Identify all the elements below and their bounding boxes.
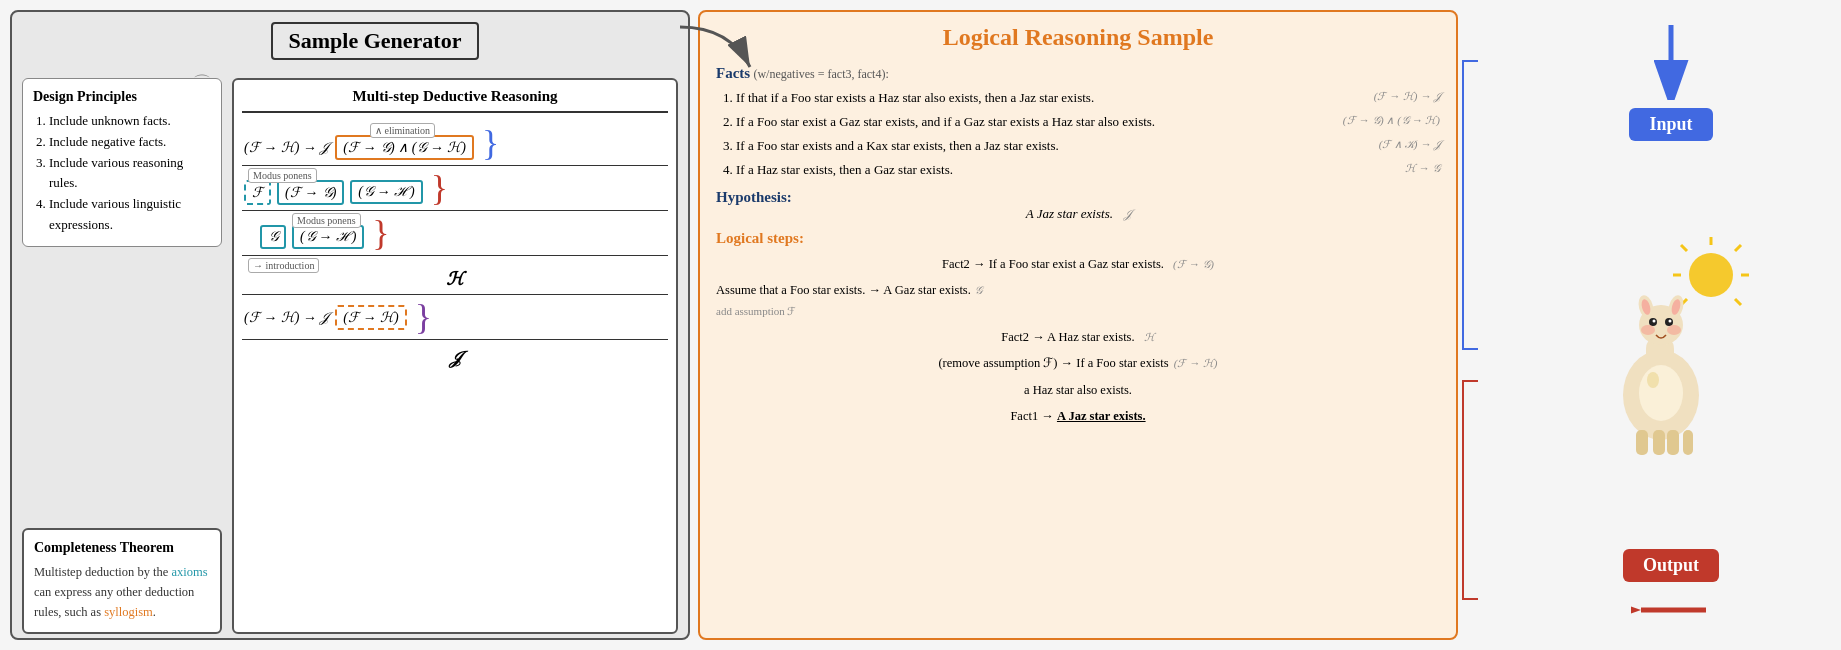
negatives-note: (w/negatives = fact3, fact4): bbox=[753, 67, 888, 81]
hypothesis-label: Hypothesis: bbox=[716, 189, 1440, 206]
svg-line-7 bbox=[1735, 299, 1741, 305]
rightmost-panel: Input bbox=[1496, 10, 1841, 640]
bracket-purple-1: } bbox=[415, 299, 432, 335]
output-badge: Output bbox=[1623, 549, 1719, 582]
step-4: (remove assumption ℱ) → If a Foo star ex… bbox=[716, 352, 1440, 375]
annotation-arrow-intro: → introduction bbox=[248, 258, 319, 273]
formula-f-dashed: ℱ bbox=[244, 180, 271, 205]
step-1: Fact2 → If a Foo star exist a Gaz star e… bbox=[716, 253, 1440, 276]
logical-steps-section: Logical steps: Fact2 → If a Foo star exi… bbox=[716, 230, 1440, 428]
design-principles-box: ⌒ Design Principles Include unknown fact… bbox=[22, 78, 222, 247]
facts-section: Facts (w/negatives = fact3, fact4): If t… bbox=[716, 61, 1440, 181]
panel-arrow bbox=[670, 17, 760, 87]
llama-svg bbox=[1591, 235, 1751, 455]
svg-rect-26 bbox=[1667, 430, 1679, 455]
design-principle-4: Include various linguistic expressions. bbox=[49, 194, 211, 236]
completeness-theorem-box: Completeness Theorem Multistep deduction… bbox=[22, 528, 222, 634]
proof-row-1: ∧ elimination (ℱ → ℋ) → 𝒥 (ℱ → 𝒢) ∧ (𝒢 →… bbox=[242, 121, 668, 166]
left-sidebar: ⌒ Design Principles Include unknown fact… bbox=[22, 78, 222, 634]
proof-row-2: Modus ponens ℱ (ℱ → 𝒢) (𝒢 → ℋ) } bbox=[242, 166, 668, 211]
proof-row-3: Modus ponens 𝒢 (𝒢 → ℋ) } bbox=[242, 211, 668, 256]
input-badge: Input bbox=[1629, 108, 1712, 141]
bracket-blue-1: } bbox=[482, 125, 499, 161]
svg-point-28 bbox=[1639, 365, 1683, 421]
svg-line-5 bbox=[1735, 245, 1741, 251]
deductive-title: Multi-step Deductive Reasoning bbox=[242, 88, 668, 113]
hypothesis-section: Hypothesis: A Jaz star exists. 𝒥 bbox=[716, 189, 1440, 222]
svg-point-22 bbox=[1641, 325, 1655, 335]
annotation-modus-ponens-1: Modus ponens bbox=[248, 168, 317, 183]
step-3: Fact2 → A Haz star exists. ℋ bbox=[716, 326, 1440, 349]
bracket-red-1: } bbox=[431, 170, 448, 206]
bracket-red-2: } bbox=[372, 215, 389, 251]
step-2: Assume that a Foo star exists. → A Gaz s… bbox=[716, 279, 1440, 321]
right-panel-title: Logical Reasoning Sample bbox=[716, 24, 1440, 51]
svg-point-20 bbox=[1653, 320, 1656, 323]
formula-gh-teal: (𝒢 → ℋ) bbox=[350, 180, 422, 204]
io-brackets bbox=[1458, 10, 1488, 640]
fact-3: If a Foo star exists and a Kax star exis… bbox=[736, 135, 1440, 157]
input-arrow bbox=[1646, 20, 1696, 100]
output-bracket bbox=[1462, 380, 1478, 600]
svg-rect-27 bbox=[1683, 430, 1693, 455]
annotation-and-elim: ∧ elimination bbox=[370, 123, 435, 138]
svg-point-23 bbox=[1667, 325, 1681, 335]
proof-row-5: (ℱ → ℋ) → 𝒥 (ℱ → ℋ) } bbox=[242, 295, 668, 340]
svg-rect-24 bbox=[1636, 430, 1648, 455]
formula-fhj-2: (ℱ → ℋ) → 𝒥 bbox=[244, 309, 327, 326]
scroll-icon: ⌒ bbox=[193, 71, 211, 95]
steps-content: Fact2 → If a Foo star exist a Gaz star e… bbox=[716, 253, 1440, 428]
svg-rect-25 bbox=[1653, 430, 1665, 455]
formula-g-teal: 𝒢 bbox=[260, 225, 286, 249]
svg-line-8 bbox=[1681, 245, 1687, 251]
design-principle-1: Include unknown facts. bbox=[49, 111, 211, 132]
svg-point-3 bbox=[1689, 253, 1733, 297]
formula-h: ℋ bbox=[446, 268, 464, 290]
completeness-theorem-title: Completeness Theorem bbox=[34, 540, 210, 556]
input-section: Input bbox=[1629, 20, 1712, 151]
proof-row-6: 𝒥 bbox=[242, 340, 668, 376]
completeness-text: Multistep deduction by the axioms can ex… bbox=[34, 562, 210, 622]
facts-list: If that if a Foo star exists a Haz star … bbox=[716, 87, 1440, 181]
design-principle-2: Include negative facts. bbox=[49, 132, 211, 153]
design-principles-list: Include unknown facts. Include negative … bbox=[33, 111, 211, 236]
deductive-reasoning-box: Multi-step Deductive Reasoning ∧ elimina… bbox=[232, 78, 678, 634]
svg-point-29 bbox=[1647, 372, 1659, 388]
formula-gh-teal-2: (𝒢 → ℋ) bbox=[292, 225, 364, 249]
formula-fh-orange-dashed: (ℱ → ℋ) bbox=[335, 305, 406, 330]
hypothesis-text: A Jaz star exists. 𝒥 bbox=[716, 206, 1440, 222]
input-bracket bbox=[1462, 60, 1478, 350]
right-panel: Logical Reasoning Sample Facts (w/negati… bbox=[698, 10, 1458, 640]
design-principle-3: Include various reasoning rules. bbox=[49, 153, 211, 195]
fact-4: If a Haz star exists, then a Gaz star ex… bbox=[736, 159, 1440, 181]
formula-fhj: (ℱ → ℋ) → 𝒥 bbox=[244, 139, 327, 156]
logical-steps-label: Logical steps: bbox=[716, 230, 1440, 247]
formula-fg-gh-box: (ℱ → 𝒢) ∧ (𝒢 → ℋ) bbox=[335, 135, 474, 160]
design-principles-title: Design Principles bbox=[33, 89, 211, 105]
output-arrow bbox=[1631, 590, 1711, 630]
step-4b: a Haz star also exists. bbox=[716, 379, 1440, 402]
formula-j: 𝒥 bbox=[450, 348, 460, 369]
fact-1: If that if a Foo star exists a Haz star … bbox=[736, 87, 1440, 109]
llama-illustration bbox=[1591, 151, 1751, 539]
fact-2: If a Foo star exist a Gaz star exists, a… bbox=[736, 111, 1440, 133]
left-panel: Sample Generator ⌒ Design Principles Inc… bbox=[10, 10, 690, 640]
step-5: Fact1 → A Jaz star exists. bbox=[716, 405, 1440, 428]
annotation-modus-ponens-2: Modus ponens bbox=[292, 213, 361, 228]
formula-fg-teal: (ℱ → 𝒢) bbox=[277, 180, 344, 205]
sample-generator-title: Sample Generator bbox=[271, 22, 480, 60]
output-section: Output bbox=[1623, 539, 1719, 630]
right-panel-wrapper: Logical Reasoning Sample Facts (w/negati… bbox=[698, 10, 1488, 640]
proof-row-4: → introduction ℋ bbox=[242, 256, 668, 295]
svg-point-21 bbox=[1669, 320, 1672, 323]
